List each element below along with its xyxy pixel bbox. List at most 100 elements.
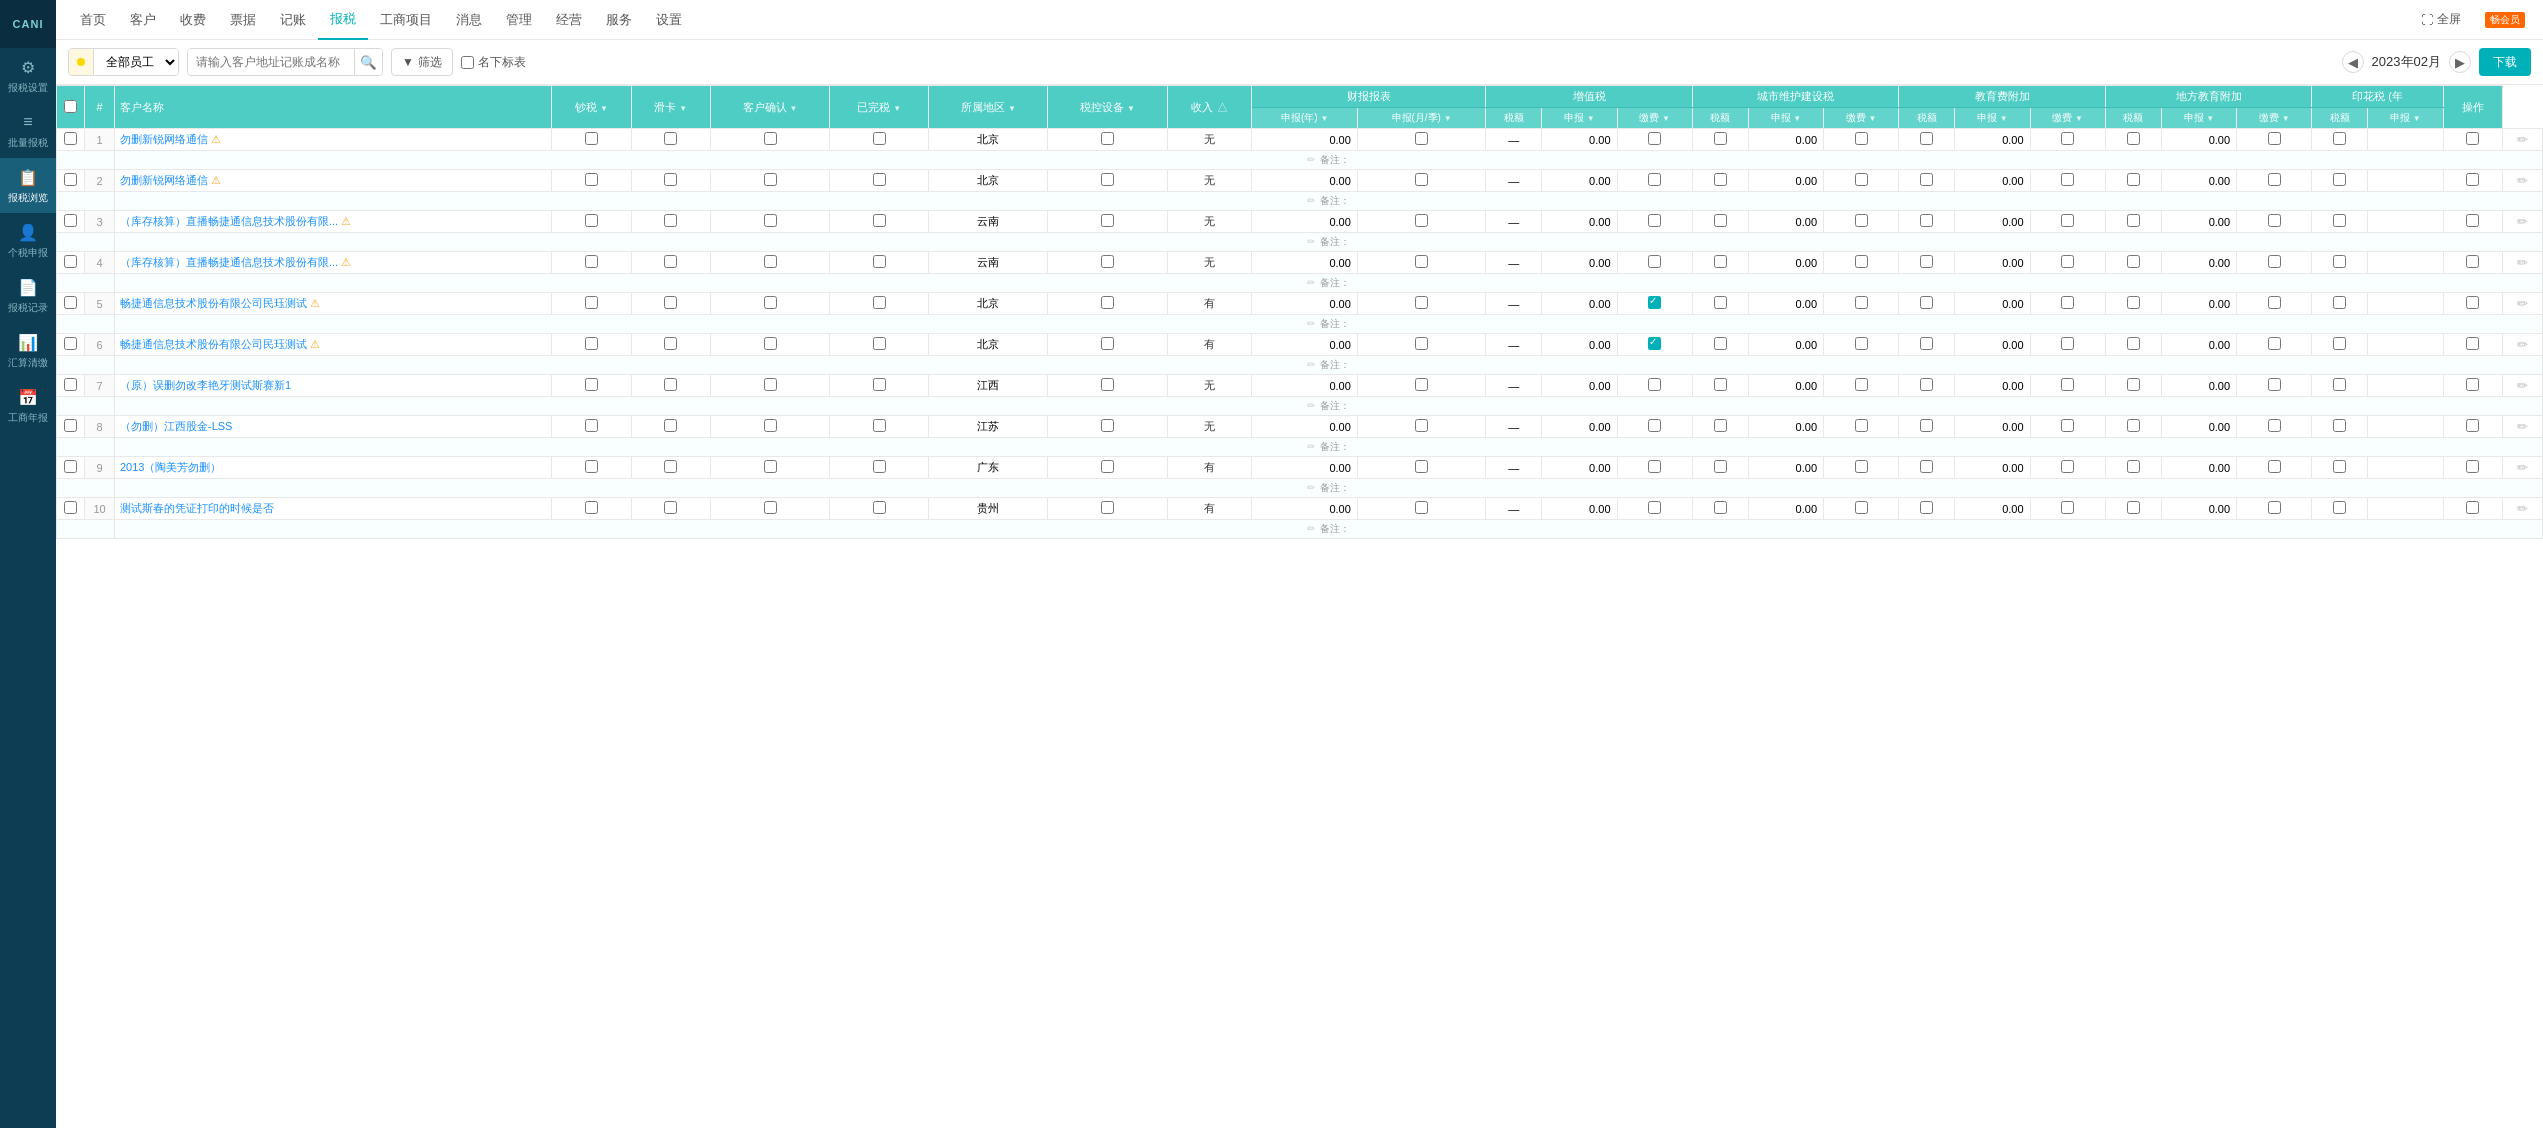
vat-shenb-checkbox[interactable] [1648, 501, 1661, 514]
vat-jf-cell[interactable] [1692, 170, 1748, 192]
vat-shenb-checkbox[interactable] [1648, 173, 1661, 186]
city-shenb-checkbox[interactable] [1855, 501, 1868, 514]
local-jf-checkbox[interactable] [2333, 173, 2346, 186]
city-jf-checkbox[interactable] [1920, 501, 1933, 514]
edu-jf-checkbox[interactable] [2127, 337, 2140, 350]
tax-cell[interactable] [552, 416, 631, 438]
nav-messages[interactable]: 消息 [444, 0, 494, 40]
device-cell[interactable] [1048, 416, 1167, 438]
device-checkbox[interactable] [1101, 337, 1114, 350]
confirm-checkbox[interactable] [764, 460, 777, 473]
mingxia-checkbox[interactable] [461, 56, 474, 69]
vat-jf-checkbox[interactable] [1714, 255, 1727, 268]
vat-shenb-checkbox[interactable] [1648, 255, 1661, 268]
stamp-shenb-cell[interactable] [2443, 498, 2503, 520]
confirm-checkbox[interactable] [764, 173, 777, 186]
device-checkbox[interactable] [1101, 460, 1114, 473]
vat-shenb-checkbox[interactable] [1648, 214, 1661, 227]
local-shenb-checkbox[interactable] [2268, 378, 2281, 391]
caiwu-year-cell[interactable] [1357, 457, 1485, 479]
vat-jf-cell[interactable] [1692, 375, 1748, 397]
edit-icon[interactable]: ✏ [2517, 460, 2528, 475]
th-company[interactable]: 客户名称 [115, 86, 552, 129]
company-name[interactable]: 测试斯春的凭证打印的时候是否 [120, 502, 274, 514]
local-shenb-checkbox[interactable] [2268, 132, 2281, 145]
card-checkbox[interactable] [664, 460, 677, 473]
edu-shenb-checkbox[interactable] [2061, 378, 2074, 391]
th-caiwu-month[interactable]: 申报(月/季) ▼ [1357, 108, 1485, 129]
tax-cell[interactable] [552, 211, 631, 233]
vat-shenb-cell[interactable] [1617, 457, 1692, 479]
edu-jf-cell[interactable] [2105, 334, 2161, 356]
card-checkbox[interactable] [664, 501, 677, 514]
device-cell[interactable] [1048, 498, 1167, 520]
caiwu-year-cell[interactable] [1357, 416, 1485, 438]
tax-checkbox[interactable] [585, 378, 598, 391]
tax-checkbox[interactable] [585, 419, 598, 432]
card-cell[interactable] [631, 375, 710, 397]
vat-jf-cell[interactable] [1692, 293, 1748, 315]
edu-shenb-cell[interactable] [2030, 293, 2105, 315]
action-cell[interactable]: ✏ [2503, 416, 2543, 438]
nav-bookkeeping[interactable]: 记账 [268, 0, 318, 40]
action-cell[interactable]: ✏ [2503, 375, 2543, 397]
edu-shenb-checkbox[interactable] [2061, 419, 2074, 432]
confirm-cell[interactable] [710, 252, 829, 274]
th-card[interactable]: 滑卡 ▼ [631, 86, 710, 129]
paid-checkbox[interactable] [873, 296, 886, 309]
th-caiwu-year[interactable]: 申报(年) ▼ [1252, 108, 1357, 129]
caiwu-year-checkbox[interactable] [1415, 337, 1428, 350]
device-cell[interactable] [1048, 293, 1167, 315]
edit-icon[interactable]: ✏ [2517, 132, 2528, 147]
stamp-shenb-checkbox[interactable] [2466, 296, 2479, 309]
local-shenb-cell[interactable] [2237, 498, 2312, 520]
vat-shenb-cell[interactable] [1617, 170, 1692, 192]
edu-shenb-cell[interactable] [2030, 211, 2105, 233]
vat-jf-cell[interactable] [1692, 334, 1748, 356]
edu-jf-checkbox[interactable] [2127, 460, 2140, 473]
tax-checkbox[interactable] [585, 460, 598, 473]
edu-jf-cell[interactable] [2105, 498, 2161, 520]
stamp-shenb-checkbox[interactable] [2466, 501, 2479, 514]
card-checkbox[interactable] [664, 132, 677, 145]
card-cell[interactable] [631, 211, 710, 233]
city-jf-cell[interactable] [1899, 375, 1955, 397]
nav-management[interactable]: 管理 [494, 0, 544, 40]
edu-jf-cell[interactable] [2105, 170, 2161, 192]
stamp-shenb-cell[interactable] [2443, 170, 2503, 192]
city-shenb-cell[interactable] [1824, 457, 1899, 479]
th-confirm[interactable]: 客户确认 ▼ [710, 86, 829, 129]
row-checkbox-cell[interactable] [57, 416, 85, 438]
vat-jf-checkbox[interactable] [1714, 501, 1727, 514]
sidebar-item-tax-settings[interactable]: ⚙ 报税设置 [0, 48, 56, 103]
nav-customer[interactable]: 客户 [118, 0, 168, 40]
caiwu-year-checkbox[interactable] [1415, 378, 1428, 391]
paid-checkbox[interactable] [873, 132, 886, 145]
confirm-cell[interactable] [710, 211, 829, 233]
th-city-shenb[interactable]: 申报 ▼ [1748, 108, 1823, 129]
local-shenb-checkbox[interactable] [2268, 460, 2281, 473]
local-shenb-checkbox[interactable] [2268, 419, 2281, 432]
paid-cell[interactable] [830, 457, 929, 479]
device-checkbox[interactable] [1101, 378, 1114, 391]
th-device[interactable]: 税控设备 ▼ [1048, 86, 1167, 129]
row-checkbox-cell[interactable] [57, 211, 85, 233]
stamp-shenb-cell[interactable] [2443, 457, 2503, 479]
edit-icon[interactable]: ✏ [2517, 296, 2528, 311]
th-edu-jf[interactable]: 缴费 ▼ [2030, 108, 2105, 129]
company-name[interactable]: 2013（陶美芳勿删） [120, 461, 221, 473]
nav-home[interactable]: 首页 [68, 0, 118, 40]
local-shenb-cell[interactable] [2237, 211, 2312, 233]
device-checkbox[interactable] [1101, 173, 1114, 186]
vat-shenb-cell[interactable] [1617, 293, 1692, 315]
stamp-shenb-checkbox[interactable] [2466, 214, 2479, 227]
paid-cell[interactable] [830, 129, 929, 151]
vip-btn[interactable]: 畅会员 [2479, 10, 2531, 30]
action-cell[interactable]: ✏ [2503, 498, 2543, 520]
sidebar-item-batch-tax[interactable]: ≡ 批量报税 [0, 103, 56, 158]
vat-shenb-checkbox[interactable] [1648, 378, 1661, 391]
th-region[interactable]: 所属地区 ▼ [929, 86, 1048, 129]
edit-icon[interactable]: ✏ [2517, 378, 2528, 393]
vat-shenb-cell[interactable] [1617, 498, 1692, 520]
city-shenb-cell[interactable] [1824, 293, 1899, 315]
